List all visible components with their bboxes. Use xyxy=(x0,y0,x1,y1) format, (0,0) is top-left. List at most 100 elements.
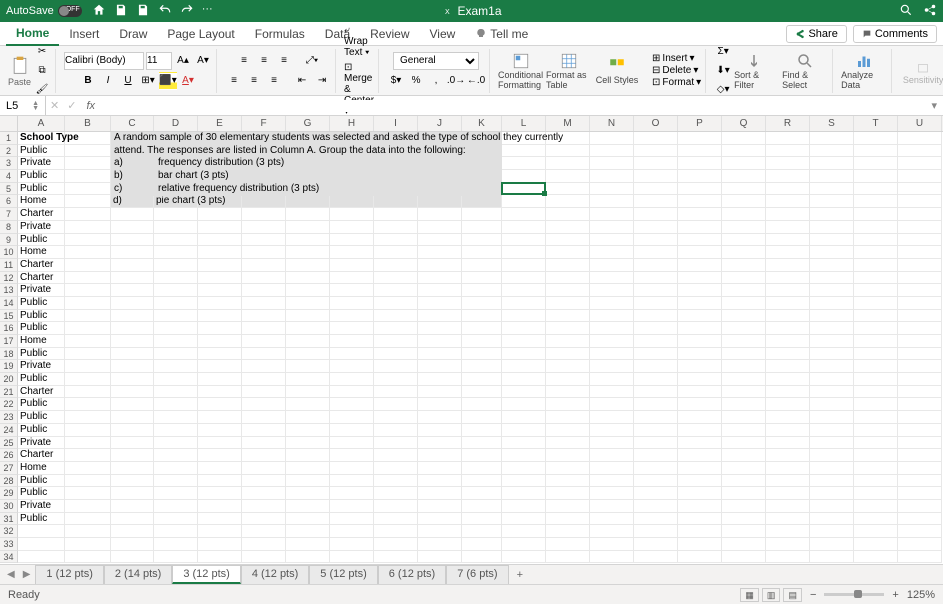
cell-C14[interactable] xyxy=(111,297,154,310)
cell-L8[interactable] xyxy=(502,221,546,234)
cell-E31[interactable] xyxy=(198,513,242,526)
cell-M7[interactable] xyxy=(546,208,590,221)
cell-G12[interactable] xyxy=(286,272,330,285)
comma-icon[interactable]: , xyxy=(427,72,445,90)
save-as-icon[interactable] xyxy=(136,3,150,20)
cell-M3[interactable] xyxy=(546,157,590,170)
cell-L27[interactable] xyxy=(502,462,546,475)
cell-B25[interactable] xyxy=(65,437,111,450)
cell-L17[interactable] xyxy=(502,335,546,348)
cell-I15[interactable] xyxy=(374,310,418,323)
cell-G21[interactable] xyxy=(286,386,330,399)
cell-U21[interactable] xyxy=(898,386,942,399)
cell-R30[interactable] xyxy=(766,500,810,513)
cell-U11[interactable] xyxy=(898,259,942,272)
cell-H32[interactable] xyxy=(330,525,374,538)
cell-E28[interactable] xyxy=(198,475,242,488)
cell-C32[interactable] xyxy=(111,525,154,538)
cell-L10[interactable] xyxy=(502,246,546,259)
cell-A17[interactable]: Home xyxy=(18,335,65,348)
cell-A1[interactable]: School Type xyxy=(18,132,65,145)
share-header-icon[interactable] xyxy=(923,3,937,20)
cell-I24[interactable] xyxy=(374,424,418,437)
cell-P5[interactable] xyxy=(678,183,722,196)
row-header-30[interactable]: 30 xyxy=(0,500,18,513)
cell-S17[interactable] xyxy=(810,335,854,348)
cell-K8[interactable] xyxy=(462,221,502,234)
cell-R3[interactable] xyxy=(766,157,810,170)
cell-H20[interactable] xyxy=(330,373,374,386)
cell-L22[interactable] xyxy=(502,398,546,411)
cell-K25[interactable] xyxy=(462,437,502,450)
cell-I14[interactable] xyxy=(374,297,418,310)
cell-Q17[interactable] xyxy=(722,335,766,348)
cell-F30[interactable] xyxy=(242,500,286,513)
cell-T27[interactable] xyxy=(854,462,898,475)
cell-S18[interactable] xyxy=(810,348,854,361)
cell-D15[interactable] xyxy=(154,310,198,323)
cell-Q34[interactable] xyxy=(722,551,766,564)
cell-T2[interactable] xyxy=(854,145,898,158)
cell-E12[interactable] xyxy=(198,272,242,285)
cell-O17[interactable] xyxy=(634,335,678,348)
cell-N24[interactable] xyxy=(590,424,634,437)
cell-B30[interactable] xyxy=(65,500,111,513)
cells-area[interactable]: A random sample of 30 elementary student… xyxy=(18,132,943,563)
cell-B8[interactable] xyxy=(65,221,111,234)
cell-T25[interactable] xyxy=(854,437,898,450)
cell-D28[interactable] xyxy=(154,475,198,488)
cell-G13[interactable] xyxy=(286,284,330,297)
cell-R9[interactable] xyxy=(766,234,810,247)
cell-R26[interactable] xyxy=(766,449,810,462)
cell-R13[interactable] xyxy=(766,284,810,297)
cell-F26[interactable] xyxy=(242,449,286,462)
cell-Q32[interactable] xyxy=(722,525,766,538)
cell-H10[interactable] xyxy=(330,246,374,259)
cell-G19[interactable] xyxy=(286,360,330,373)
cell-E8[interactable] xyxy=(198,221,242,234)
cell-Q4[interactable] xyxy=(722,170,766,183)
cell-I32[interactable] xyxy=(374,525,418,538)
cell-U5[interactable] xyxy=(898,183,942,196)
cell-L11[interactable] xyxy=(502,259,546,272)
cell-Q29[interactable] xyxy=(722,487,766,500)
cell-Q15[interactable] xyxy=(722,310,766,323)
cell-G11[interactable] xyxy=(286,259,330,272)
cell-I20[interactable] xyxy=(374,373,418,386)
cell-B24[interactable] xyxy=(65,424,111,437)
row-header-1[interactable]: 1 xyxy=(0,132,18,145)
cell-C34[interactable] xyxy=(111,551,154,564)
cell-E32[interactable] xyxy=(198,525,242,538)
cell-J27[interactable] xyxy=(418,462,462,475)
cell-M19[interactable] xyxy=(546,360,590,373)
row-header-22[interactable]: 22 xyxy=(0,398,18,411)
cell-C17[interactable] xyxy=(111,335,154,348)
cell-O19[interactable] xyxy=(634,360,678,373)
cell-N30[interactable] xyxy=(590,500,634,513)
cell-D19[interactable] xyxy=(154,360,198,373)
cell-F31[interactable] xyxy=(242,513,286,526)
cell-M31[interactable] xyxy=(546,513,590,526)
cell-L14[interactable] xyxy=(502,297,546,310)
sheet-tab-0[interactable]: 1 (12 pts) xyxy=(35,565,103,584)
cell-P6[interactable] xyxy=(678,195,722,208)
col-header-Q[interactable]: Q xyxy=(722,116,766,131)
cell-J8[interactable] xyxy=(418,221,462,234)
cell-K12[interactable] xyxy=(462,272,502,285)
cell-O6[interactable] xyxy=(634,195,678,208)
cell-F20[interactable] xyxy=(242,373,286,386)
cell-I26[interactable] xyxy=(374,449,418,462)
cell-C27[interactable] xyxy=(111,462,154,475)
tab-formulas[interactable]: Formulas xyxy=(245,23,315,45)
cell-P7[interactable] xyxy=(678,208,722,221)
cell-Q23[interactable] xyxy=(722,411,766,424)
cell-E33[interactable] xyxy=(198,538,242,551)
col-header-J[interactable]: J xyxy=(418,116,462,131)
cell-K31[interactable] xyxy=(462,513,502,526)
cell-P23[interactable] xyxy=(678,411,722,424)
cell-M15[interactable] xyxy=(546,310,590,323)
cancel-icon[interactable]: ✕ xyxy=(46,99,63,112)
cell-I28[interactable] xyxy=(374,475,418,488)
cell-E23[interactable] xyxy=(198,411,242,424)
align-bottom-icon[interactable]: ≡ xyxy=(275,52,293,70)
